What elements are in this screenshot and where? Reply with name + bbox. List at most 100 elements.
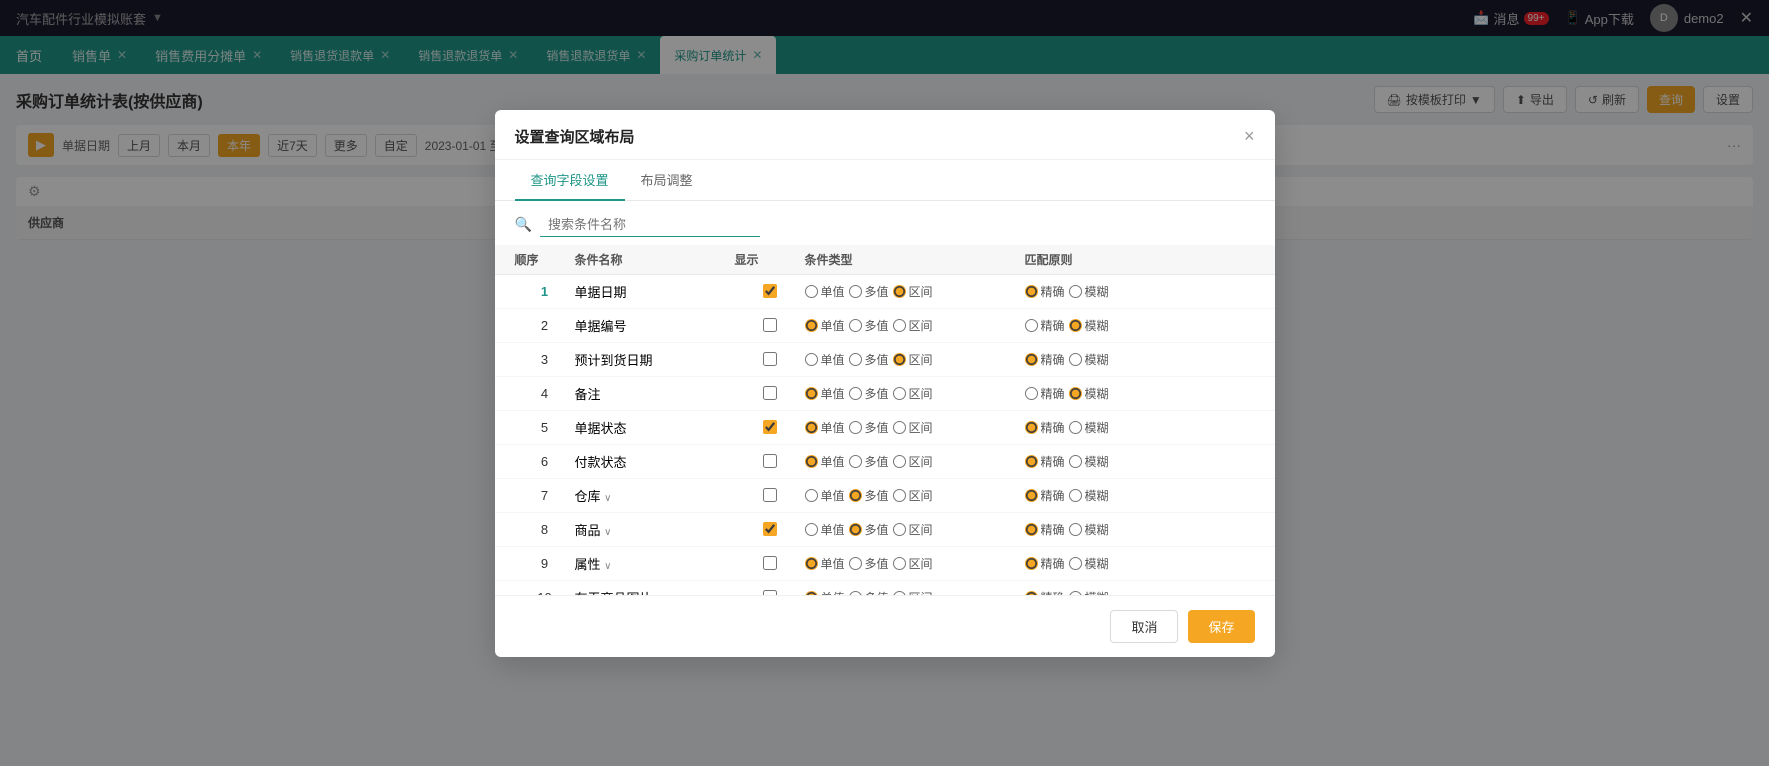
condition-type-option[interactable]: 区间 [893,487,933,504]
match-type-option[interactable]: 模糊 [1069,351,1109,368]
show-checkbox[interactable] [763,386,777,400]
match-type-radio[interactable] [1025,489,1038,502]
show-checkbox[interactable] [763,556,777,570]
condition-type-option[interactable]: 多值 [849,385,889,402]
show-checkbox-wrap[interactable] [735,522,805,536]
dialog-tab-query-fields[interactable]: 查询字段设置 [515,160,625,201]
show-checkbox-wrap[interactable] [735,488,805,502]
match-type-option[interactable]: 模糊 [1069,317,1109,334]
condition-type-radio[interactable] [805,557,818,570]
condition-type-option[interactable]: 区间 [893,283,933,300]
match-type-option[interactable]: 精确 [1025,453,1065,470]
condition-type-radio[interactable] [805,455,818,468]
show-checkbox-wrap[interactable] [735,454,805,468]
save-button[interactable]: 保存 [1188,610,1254,643]
condition-type-option[interactable]: 多值 [849,419,889,436]
condition-type-option[interactable]: 区间 [893,555,933,572]
condition-type-option[interactable]: 区间 [893,419,933,436]
condition-type-option[interactable]: 多值 [849,351,889,368]
show-checkbox[interactable] [763,318,777,332]
condition-type-radio[interactable] [893,285,906,298]
match-type-radio[interactable] [1069,489,1082,502]
condition-type-radio[interactable] [893,353,906,366]
condition-type-option[interactable]: 多值 [849,453,889,470]
match-type-radio[interactable] [1025,557,1038,570]
condition-type-radio[interactable] [805,285,818,298]
show-checkbox[interactable] [763,420,777,434]
condition-type-radio[interactable] [805,353,818,366]
condition-type-option[interactable]: 多值 [849,487,889,504]
match-type-radio[interactable] [1025,319,1038,332]
condition-type-radio[interactable] [849,285,862,298]
condition-type-radio[interactable] [849,387,862,400]
condition-type-option[interactable]: 区间 [893,453,933,470]
match-type-option[interactable]: 模糊 [1069,283,1109,300]
cancel-button[interactable]: 取消 [1110,610,1178,643]
match-type-option[interactable]: 精确 [1025,487,1065,504]
match-type-option[interactable]: 模糊 [1069,385,1109,402]
match-type-radio[interactable] [1069,387,1082,400]
condition-type-option[interactable]: 单值 [805,453,845,470]
show-checkbox[interactable] [763,352,777,366]
condition-type-radio[interactable] [893,557,906,570]
search-input[interactable] [540,213,760,237]
condition-type-radio[interactable] [849,353,862,366]
match-type-radio[interactable] [1069,455,1082,468]
condition-type-radio[interactable] [849,557,862,570]
condition-type-option[interactable]: 区间 [893,317,933,334]
condition-type-option[interactable]: 多值 [849,555,889,572]
match-type-radio[interactable] [1025,455,1038,468]
match-type-option[interactable]: 精确 [1025,419,1065,436]
match-type-option[interactable]: 精确 [1025,283,1065,300]
show-checkbox-wrap[interactable] [735,556,805,570]
condition-type-option[interactable]: 单值 [805,555,845,572]
condition-type-radio[interactable] [805,387,818,400]
condition-type-radio[interactable] [893,489,906,502]
condition-type-option[interactable]: 单值 [805,317,845,334]
match-type-option[interactable]: 精确 [1025,351,1065,368]
condition-type-option[interactable]: 区间 [893,385,933,402]
match-type-option[interactable]: 模糊 [1069,419,1109,436]
match-type-option[interactable]: 精确 [1025,317,1065,334]
condition-type-option[interactable]: 多值 [849,521,889,538]
match-type-option[interactable]: 模糊 [1069,521,1109,538]
match-type-radio[interactable] [1069,353,1082,366]
condition-type-radio[interactable] [849,421,862,434]
show-checkbox-wrap[interactable] [735,420,805,434]
condition-type-option[interactable]: 区间 [893,351,933,368]
show-checkbox[interactable] [763,284,777,298]
condition-type-option[interactable]: 多值 [849,317,889,334]
show-checkbox-wrap[interactable] [735,352,805,366]
match-type-radio[interactable] [1025,285,1038,298]
condition-type-radio[interactable] [805,319,818,332]
match-type-radio[interactable] [1025,523,1038,536]
match-type-option[interactable]: 模糊 [1069,487,1109,504]
condition-type-radio[interactable] [893,421,906,434]
condition-type-radio[interactable] [849,455,862,468]
condition-type-radio[interactable] [805,421,818,434]
show-checkbox-wrap[interactable] [735,284,805,298]
condition-type-radio[interactable] [805,523,818,536]
show-checkbox[interactable] [763,522,777,536]
show-checkbox-wrap[interactable] [735,318,805,332]
dialog-tab-layout[interactable]: 布局调整 [625,160,709,201]
condition-type-radio[interactable] [893,319,906,332]
condition-type-radio[interactable] [893,387,906,400]
match-type-radio[interactable] [1025,421,1038,434]
match-type-option[interactable]: 精确 [1025,385,1065,402]
condition-type-radio[interactable] [849,523,862,536]
dialog-close-button[interactable]: × [1244,126,1255,147]
match-type-option[interactable]: 精确 [1025,555,1065,572]
condition-type-option[interactable]: 单值 [805,521,845,538]
condition-type-option[interactable]: 单值 [805,283,845,300]
condition-type-option[interactable]: 单值 [805,351,845,368]
match-type-radio[interactable] [1025,353,1038,366]
condition-type-option[interactable]: 多值 [849,283,889,300]
condition-type-radio[interactable] [805,489,818,502]
match-type-radio[interactable] [1069,523,1082,536]
condition-type-option[interactable]: 单值 [805,487,845,504]
match-type-radio[interactable] [1069,319,1082,332]
match-type-option[interactable]: 模糊 [1069,555,1109,572]
match-type-option[interactable]: 模糊 [1069,453,1109,470]
match-type-radio[interactable] [1069,557,1082,570]
